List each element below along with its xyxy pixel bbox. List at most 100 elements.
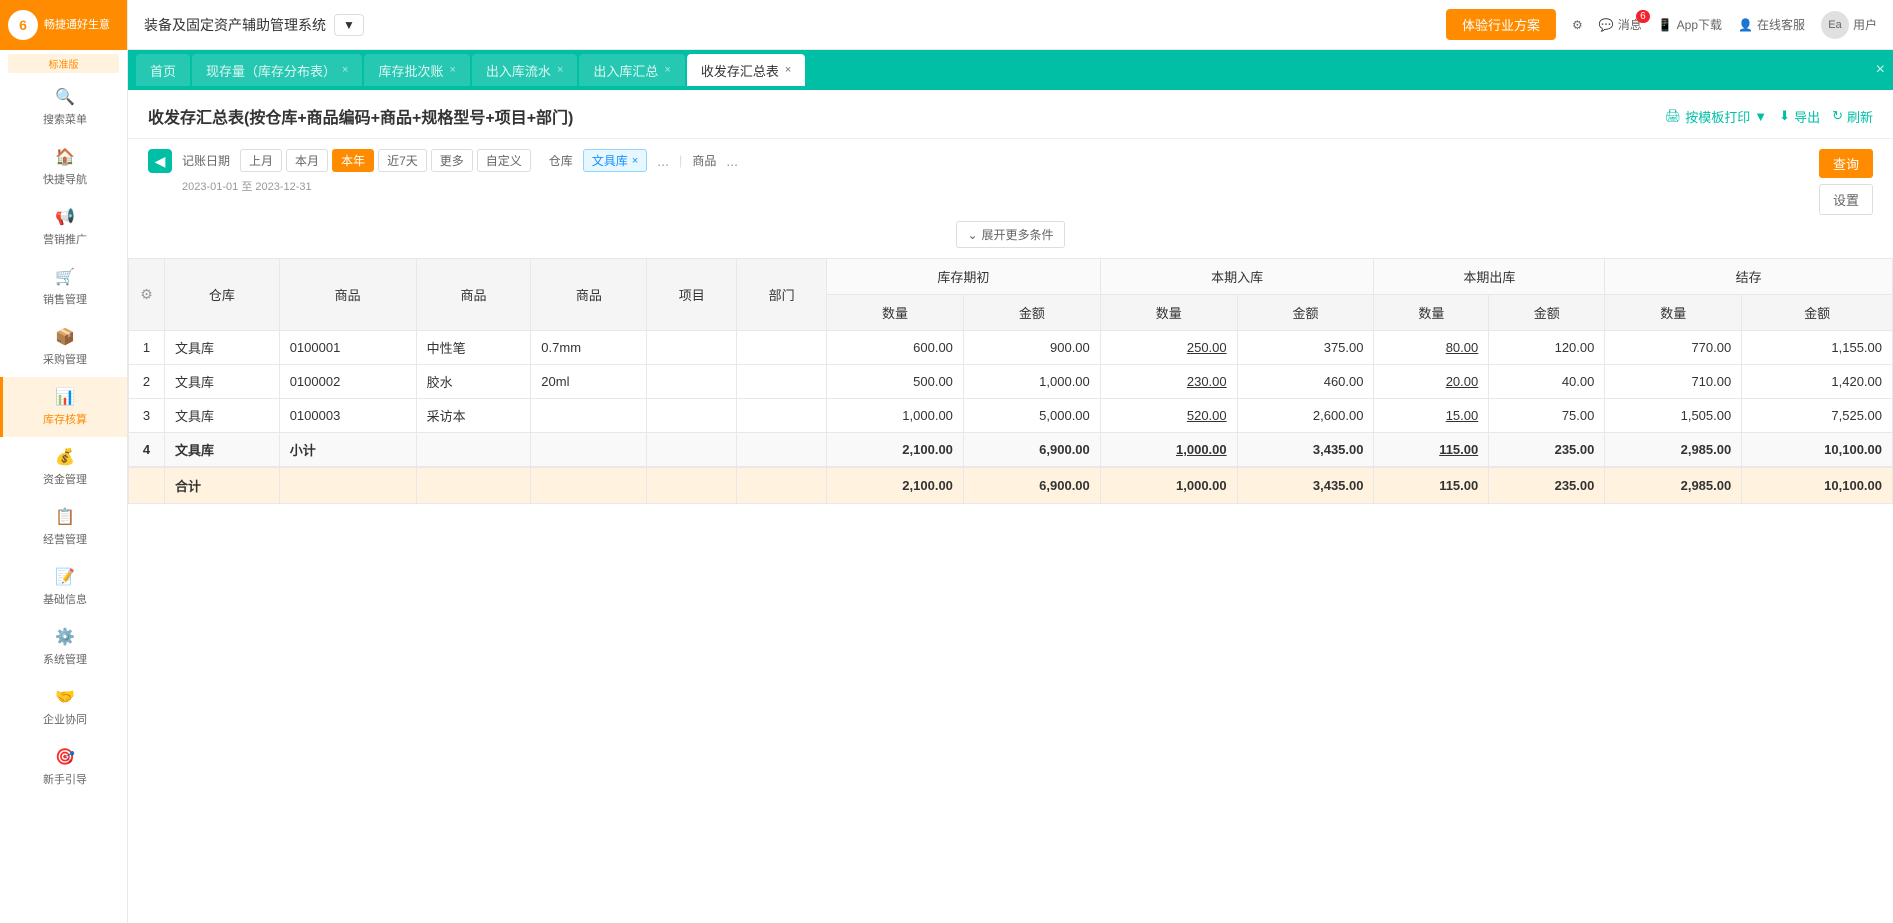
- table-row: 1 文具库 0100001 中性笔 0.7mm 600.00 900.00 25…: [129, 331, 1893, 365]
- app-download-action[interactable]: 📱 App下载: [1658, 16, 1722, 33]
- row-department: [737, 365, 827, 399]
- filter-toggle-btn[interactable]: ◀: [148, 149, 172, 173]
- col-group-opening: 库存期初: [827, 259, 1101, 295]
- export-action[interactable]: ⬇ 导出: [1779, 107, 1820, 126]
- in-qty-link[interactable]: 520.00: [1187, 408, 1227, 423]
- sidebar-item-inventory[interactable]: 📊 库存核算: [0, 377, 127, 437]
- tab-summary[interactable]: 出入库汇总 ×: [579, 54, 684, 86]
- sidebar-item-marketing[interactable]: 📢 营销推广: [0, 197, 127, 257]
- query-btn[interactable]: 查询: [1819, 149, 1873, 178]
- tab-close-icon[interactable]: ×: [557, 64, 563, 76]
- sidebar-item-search[interactable]: 🔍 搜索菜单: [0, 77, 127, 137]
- col-goods-code: 商品: [279, 259, 416, 331]
- row-in-qty[interactable]: 520.00: [1100, 399, 1237, 433]
- collab-icon: 🤝: [55, 687, 75, 707]
- sidebar-item-finance[interactable]: 💰 资金管理: [0, 437, 127, 497]
- sidebar-item-basic[interactable]: 📝 基础信息: [0, 557, 127, 617]
- date-btn-this-year[interactable]: 本年: [332, 149, 374, 172]
- sidebar-item-operations[interactable]: 📋 经营管理: [0, 497, 127, 557]
- sidebar-item-purchase[interactable]: 📦 采购管理: [0, 317, 127, 377]
- goods-dots[interactable]: ...: [726, 153, 738, 169]
- total-empty4: [531, 467, 647, 504]
- sidebar-item-quicknav[interactable]: 🏠 快捷导航: [0, 137, 127, 197]
- date-btn-more[interactable]: 更多: [431, 149, 473, 172]
- sidebar-item-collab[interactable]: 🤝 企业协同: [0, 677, 127, 737]
- sidebar-item-label: 基础信息: [43, 591, 87, 607]
- tab-home[interactable]: 首页: [136, 54, 190, 86]
- subtotal-in-qty-link[interactable]: 1,000.00: [1176, 442, 1227, 457]
- out-qty-link[interactable]: 20.00: [1446, 374, 1479, 389]
- tab-close-icon[interactable]: ×: [342, 64, 348, 76]
- col-in-qty: 数量: [1100, 295, 1237, 331]
- warehouse-tag-close[interactable]: ×: [632, 155, 638, 167]
- tab-recv-summary[interactable]: 收发存汇总表 ×: [687, 54, 805, 86]
- tab-label: 出入库流水: [486, 61, 551, 80]
- subtotal-out-qty-link[interactable]: 115.00: [1439, 442, 1478, 457]
- col-goods-spec: 商品: [531, 259, 647, 331]
- settings-action[interactable]: ⚙: [1572, 18, 1583, 32]
- row-in-qty[interactable]: 230.00: [1100, 365, 1237, 399]
- date-btn-last-month[interactable]: 上月: [240, 149, 282, 172]
- tab-close-icon[interactable]: ×: [449, 64, 455, 76]
- tab-label: 首页: [150, 61, 176, 80]
- refresh-action[interactable]: ↻ 刷新: [1832, 107, 1873, 126]
- row-in-qty[interactable]: 250.00: [1100, 331, 1237, 365]
- in-qty-link[interactable]: 250.00: [1187, 340, 1227, 355]
- row-out-amt: 75.00: [1489, 399, 1605, 433]
- date-btn-custom[interactable]: 自定义: [477, 149, 531, 172]
- experience-btn[interactable]: 体验行业方案: [1446, 9, 1556, 40]
- warehouse-label: 仓库: [549, 152, 573, 169]
- tab-close-icon[interactable]: ×: [664, 64, 670, 76]
- system-dropdown[interactable]: ▼: [334, 14, 364, 36]
- tab-flow[interactable]: 出入库流水 ×: [472, 54, 577, 86]
- row-out-qty[interactable]: 80.00: [1374, 331, 1489, 365]
- row-out-amt: 120.00: [1489, 331, 1605, 365]
- row-project: [647, 331, 737, 365]
- date-btn-7days[interactable]: 近7天: [378, 149, 427, 172]
- tab-label: 库存批次账: [378, 61, 443, 80]
- user-action[interactable]: Ea 用户: [1821, 11, 1877, 39]
- print-action[interactable]: 🖨 按模板打印 ▼: [1665, 107, 1767, 126]
- tab-close-icon[interactable]: ×: [785, 64, 791, 76]
- purchase-icon: 📦: [55, 327, 75, 347]
- col-open-amt: 金额: [963, 295, 1100, 331]
- row-out-qty[interactable]: 20.00: [1374, 365, 1489, 399]
- in-qty-link[interactable]: 230.00: [1187, 374, 1227, 389]
- row-close-amt: 7,525.00: [1742, 399, 1893, 433]
- col-group-inbound: 本期入库: [1100, 259, 1374, 295]
- row-no: 1: [129, 331, 165, 365]
- warehouse-dots[interactable]: ...: [657, 153, 669, 169]
- close-all-tabs[interactable]: ×: [1876, 61, 1885, 79]
- row-out-qty[interactable]: 15.00: [1374, 399, 1489, 433]
- sidebar-item-system[interactable]: ⚙️ 系统管理: [0, 617, 127, 677]
- row-open-amt: 1,000.00: [963, 365, 1100, 399]
- subtotal-close-amt: 10,100.00: [1742, 433, 1893, 468]
- row-open-qty: 500.00: [827, 365, 964, 399]
- table-settings-icon[interactable]: ⚙: [140, 286, 153, 302]
- settings-btn[interactable]: 设置: [1819, 184, 1873, 215]
- row-goods-name: 胶水: [416, 365, 531, 399]
- total-empty6: [737, 467, 827, 504]
- row-goods-name: 中性笔: [416, 331, 531, 365]
- expand-conditions-btn[interactable]: ⌄ 展开更多条件: [956, 221, 1064, 248]
- service-label: 在线客服: [1757, 16, 1805, 33]
- inventory-icon: 📊: [55, 387, 75, 407]
- marketing-icon: 📢: [55, 207, 75, 227]
- col-settings: ⚙: [129, 259, 165, 331]
- filter-section: ◀ 记账日期 上月 本月 本年 近7天 更多 自定义: [128, 139, 1893, 258]
- warehouse-tag-text: 文具库: [592, 152, 628, 169]
- row-in-amt: 2,600.00: [1237, 399, 1374, 433]
- sidebar-item-guide[interactable]: 🎯 新手引导: [0, 737, 127, 797]
- row-in-amt: 375.00: [1237, 331, 1374, 365]
- out-qty-link[interactable]: 80.00: [1446, 340, 1479, 355]
- tab-batch[interactable]: 库存批次账 ×: [364, 54, 469, 86]
- basic-icon: 📝: [55, 567, 75, 587]
- out-qty-link[interactable]: 15.00: [1446, 408, 1479, 423]
- message-action[interactable]: 💬 消息 6: [1599, 16, 1642, 33]
- print-label: 按模板打印: [1685, 107, 1750, 126]
- sidebar-item-sales[interactable]: 🛒 销售管理: [0, 257, 127, 317]
- online-service-action[interactable]: 👤 在线客服: [1738, 16, 1805, 33]
- sidebar-item-label: 资金管理: [43, 471, 87, 487]
- tab-inventory-dist[interactable]: 现存量（库存分布表） ×: [192, 54, 362, 86]
- date-btn-this-month[interactable]: 本月: [286, 149, 328, 172]
